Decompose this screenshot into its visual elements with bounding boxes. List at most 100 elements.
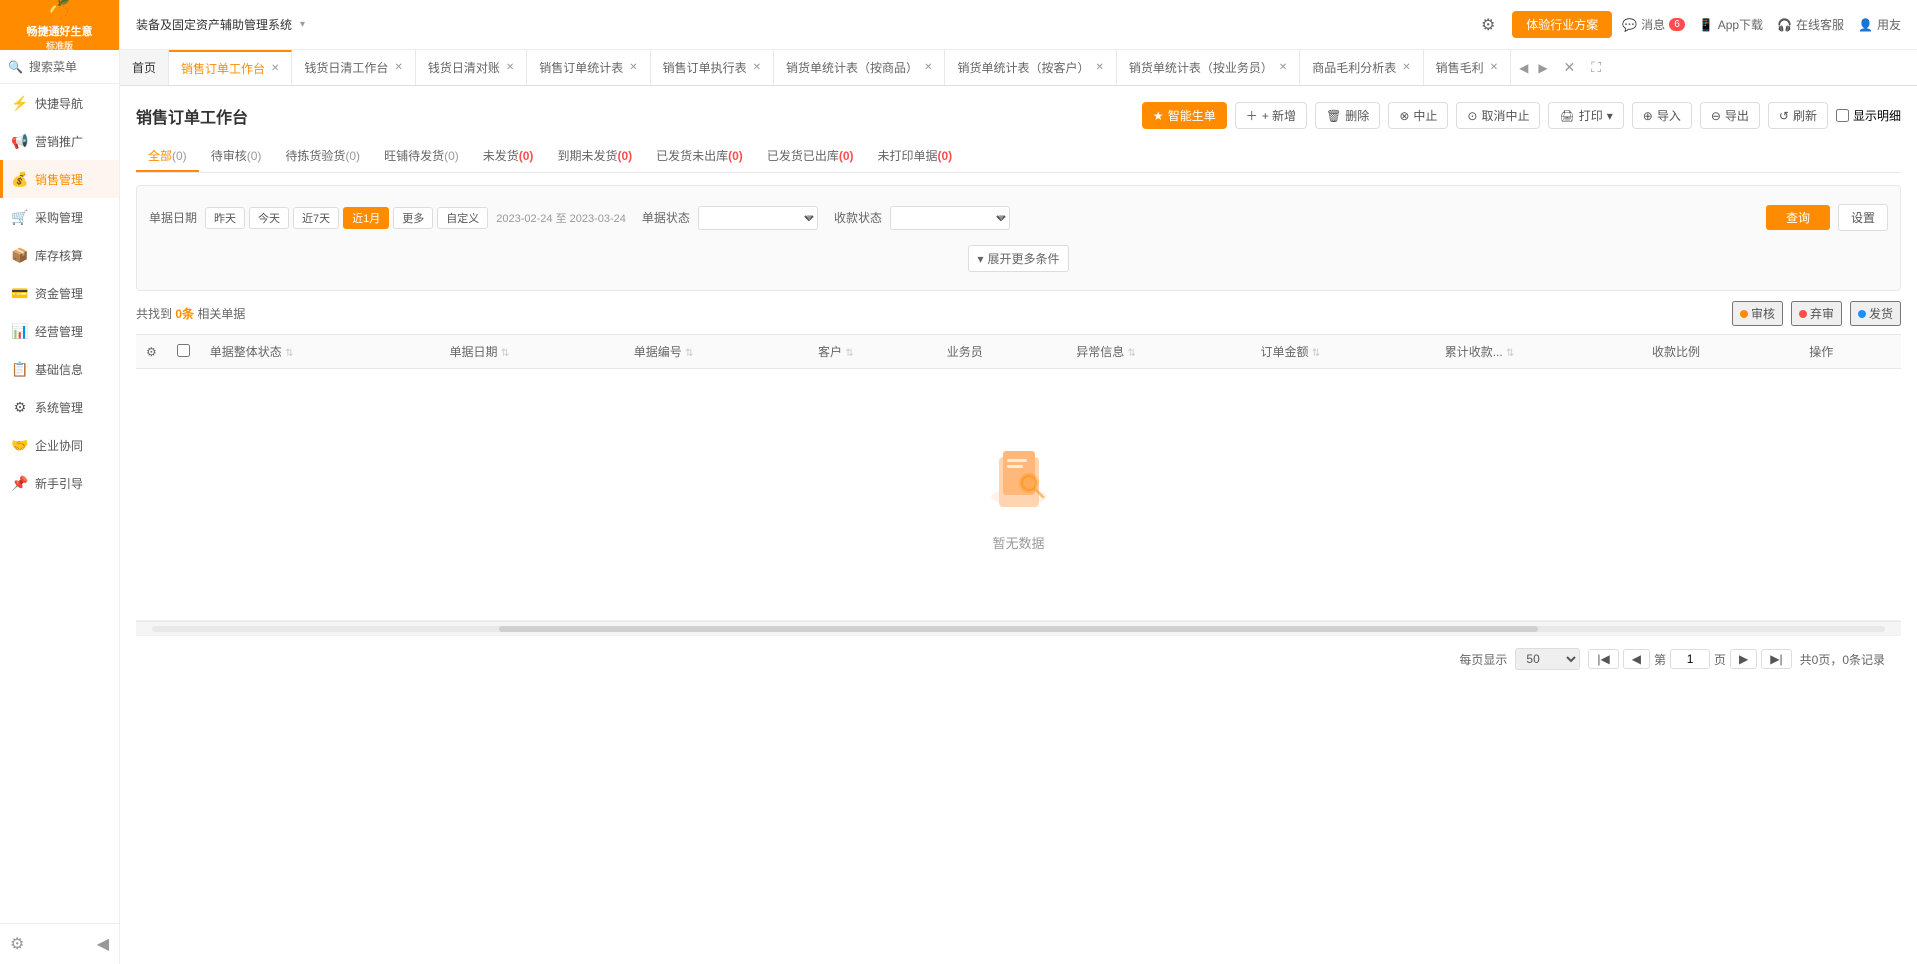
- sidebar-item-system[interactable]: ⚙ 系统管理: [0, 388, 119, 426]
- tab-stat-customer[interactable]: 销货单统计表（按客户） ✕: [945, 50, 1116, 86]
- tab-cash-reconcile[interactable]: 钱货日清对账 ✕: [416, 50, 527, 86]
- print-btn[interactable]: 🖨 打印 ▾: [1548, 102, 1623, 129]
- col-settings[interactable]: ⚙: [136, 335, 167, 369]
- sort-date-icon[interactable]: ⇅: [501, 348, 509, 359]
- tab-sales-stats-close[interactable]: ✕: [629, 62, 637, 73]
- sidebar-item-marketing[interactable]: 📢 营销推广: [0, 122, 119, 160]
- tab-stat-product[interactable]: 销货单统计表（按商品） ✕: [774, 50, 945, 86]
- sidebar-item-sales[interactable]: 💰 销售管理: [0, 160, 119, 198]
- col-amount[interactable]: 订单金额 ⇅: [1250, 335, 1434, 369]
- page-number-input[interactable]: [1670, 649, 1710, 669]
- col-overall-status[interactable]: 单据整体状态 ⇅: [200, 335, 440, 369]
- export-btn[interactable]: ⊖ 导出: [1700, 102, 1760, 129]
- online-service-btn[interactable]: 🎧 在线客服: [1777, 16, 1844, 33]
- subtab-unprinted[interactable]: 未打印单据(0): [866, 141, 965, 172]
- last-page-btn[interactable]: ▶|: [1761, 649, 1791, 669]
- col-date[interactable]: 单据日期 ⇅: [439, 335, 623, 369]
- review-op-btn[interactable]: 审核: [1732, 301, 1783, 326]
- sidebar-item-inventory[interactable]: 📦 库存核算: [0, 236, 119, 274]
- topbar-settings-btn[interactable]: ⚙: [1474, 11, 1502, 39]
- prev-page-btn[interactable]: ◀: [1623, 649, 1650, 669]
- sort-abnormal-icon[interactable]: ⇅: [1128, 348, 1136, 359]
- sort-collected-icon[interactable]: ⇅: [1506, 348, 1514, 359]
- tab-prev-btn[interactable]: ◀: [1515, 59, 1532, 77]
- tab-sales-exec-close[interactable]: ✕: [753, 62, 761, 73]
- col-abnormal[interactable]: 异常信息 ⇅: [1066, 335, 1250, 369]
- app-download-btn[interactable]: 📱 App下载: [1699, 16, 1763, 33]
- cancel-review-op-btn[interactable]: 弃审: [1791, 301, 1842, 326]
- horizontal-scrollbar[interactable]: [136, 621, 1901, 635]
- cancel-stop-btn[interactable]: ⊙ 取消中止: [1456, 102, 1540, 129]
- date-btn-yesterday[interactable]: 昨天: [205, 207, 245, 229]
- tab-stat-customer-close[interactable]: ✕: [1095, 62, 1103, 73]
- settings-filter-btn[interactable]: 设置: [1838, 204, 1888, 231]
- subtab-unshipped[interactable]: 未发货(0): [471, 141, 546, 172]
- query-btn[interactable]: 查询: [1766, 205, 1830, 230]
- tab-margin-close[interactable]: ✕: [1402, 62, 1410, 73]
- tab-sales-more-close[interactable]: ✕: [1490, 62, 1498, 73]
- tab-sales-exec[interactable]: 销售订单执行表 ✕: [651, 50, 774, 86]
- subtab-overdue[interactable]: 到期未发货(0): [545, 141, 644, 172]
- tab-home[interactable]: 首页: [120, 50, 169, 86]
- stop-btn[interactable]: ⊗ 中止: [1388, 102, 1448, 129]
- subtab-pending-review[interactable]: 待审核(0): [199, 141, 274, 172]
- scrollbar-thumb[interactable]: [499, 626, 1539, 632]
- tab-stat-staff[interactable]: 销货单统计表（按业务员） ✕: [1117, 50, 1300, 86]
- subtab-all[interactable]: 全部(0): [136, 141, 199, 172]
- status-select[interactable]: [698, 206, 818, 230]
- tab-stat-staff-close[interactable]: ✕: [1279, 62, 1287, 73]
- col-checkbox[interactable]: [167, 335, 200, 369]
- sort-number-icon[interactable]: ⇅: [685, 348, 693, 359]
- sidebar-item-guide[interactable]: 📌 新手引导: [0, 464, 119, 502]
- tab-cash-reconcile-close[interactable]: ✕: [506, 62, 514, 73]
- tab-sales-order-close[interactable]: ✕: [271, 63, 279, 74]
- first-page-btn[interactable]: |◀: [1588, 649, 1618, 669]
- subtab-pending-check[interactable]: 待拣货验货(0): [273, 141, 372, 172]
- select-all-checkbox[interactable]: [177, 344, 190, 357]
- sidebar-item-purchase[interactable]: 🛒 采购管理: [0, 198, 119, 236]
- add-btn[interactable]: ＋ + 新增: [1235, 102, 1307, 129]
- col-customer[interactable]: 客户 ⇅: [808, 335, 937, 369]
- solution-btn[interactable]: 体验行业方案: [1512, 11, 1612, 38]
- date-btn-1month[interactable]: 近1月: [343, 207, 389, 229]
- messages-btn[interactable]: 💬 消息 6: [1622, 16, 1685, 33]
- import-btn[interactable]: ⊕ 导入: [1632, 102, 1692, 129]
- tab-sales-more[interactable]: 销售毛利 ✕: [1424, 50, 1511, 86]
- sidebar-item-enterprise[interactable]: 🤝 企业协同: [0, 426, 119, 464]
- tab-sales-stats[interactable]: 销售订单统计表 ✕: [527, 50, 650, 86]
- payment-select[interactable]: [890, 206, 1010, 230]
- sort-overall-status-icon[interactable]: ⇅: [285, 348, 293, 359]
- subtab-shipped-no-warehouse[interactable]: 已发货未出库(0): [644, 141, 755, 172]
- show-detail-checkbox[interactable]: [1836, 109, 1849, 122]
- settings-bottom-icon[interactable]: ⚙: [10, 934, 24, 954]
- sidebar-item-finance[interactable]: 💳 资金管理: [0, 274, 119, 312]
- scrollbar-track[interactable]: [152, 626, 1885, 632]
- delete-btn[interactable]: 🗑 删除: [1315, 102, 1380, 129]
- tab-next-btn[interactable]: ▶: [1534, 59, 1551, 77]
- col-collected[interactable]: 累计收款... ⇅: [1435, 335, 1642, 369]
- user-menu-btn[interactable]: 👤 用友: [1858, 16, 1901, 33]
- collapse-icon[interactable]: ◀: [97, 934, 109, 954]
- show-detail-checkbox-label[interactable]: 显示明细: [1836, 107, 1901, 124]
- tab-expand-btn[interactable]: ⛶: [1583, 59, 1609, 76]
- sidebar-item-basic-info[interactable]: 📋 基础信息: [0, 350, 119, 388]
- sort-amount-icon[interactable]: ⇅: [1312, 348, 1320, 359]
- expand-conditions-btn[interactable]: ▾ 展开更多条件: [968, 245, 1068, 272]
- subtab-wangpu[interactable]: 旺铺待发货(0): [372, 141, 471, 172]
- per-page-select[interactable]: 50 100 200: [1515, 648, 1580, 670]
- smart-create-btn[interactable]: ★ 智能生单: [1142, 102, 1227, 129]
- col-number[interactable]: 单据编号 ⇅: [624, 335, 808, 369]
- date-btn-custom[interactable]: 自定义: [437, 207, 488, 229]
- tab-margin[interactable]: 商品毛利分析表 ✕: [1300, 50, 1423, 86]
- tab-sales-order[interactable]: 销售订单工作台 ✕: [169, 50, 292, 86]
- sidebar-item-quick-nav[interactable]: ⚡ 快捷导航: [0, 84, 119, 122]
- date-btn-more[interactable]: 更多: [393, 207, 433, 229]
- subtab-shipped-out-warehouse[interactable]: 已发货已出库(0): [755, 141, 866, 172]
- date-btn-today[interactable]: 今天: [249, 207, 289, 229]
- next-page-btn[interactable]: ▶: [1730, 649, 1757, 669]
- col-staff[interactable]: 业务员: [937, 335, 1066, 369]
- sidebar-item-operations[interactable]: 📊 经营管理: [0, 312, 119, 350]
- tab-cash-daily[interactable]: 钱货日清工作台 ✕: [292, 50, 415, 86]
- tab-cash-daily-close[interactable]: ✕: [394, 62, 402, 73]
- tab-close-all-btn[interactable]: ✕: [1556, 59, 1584, 76]
